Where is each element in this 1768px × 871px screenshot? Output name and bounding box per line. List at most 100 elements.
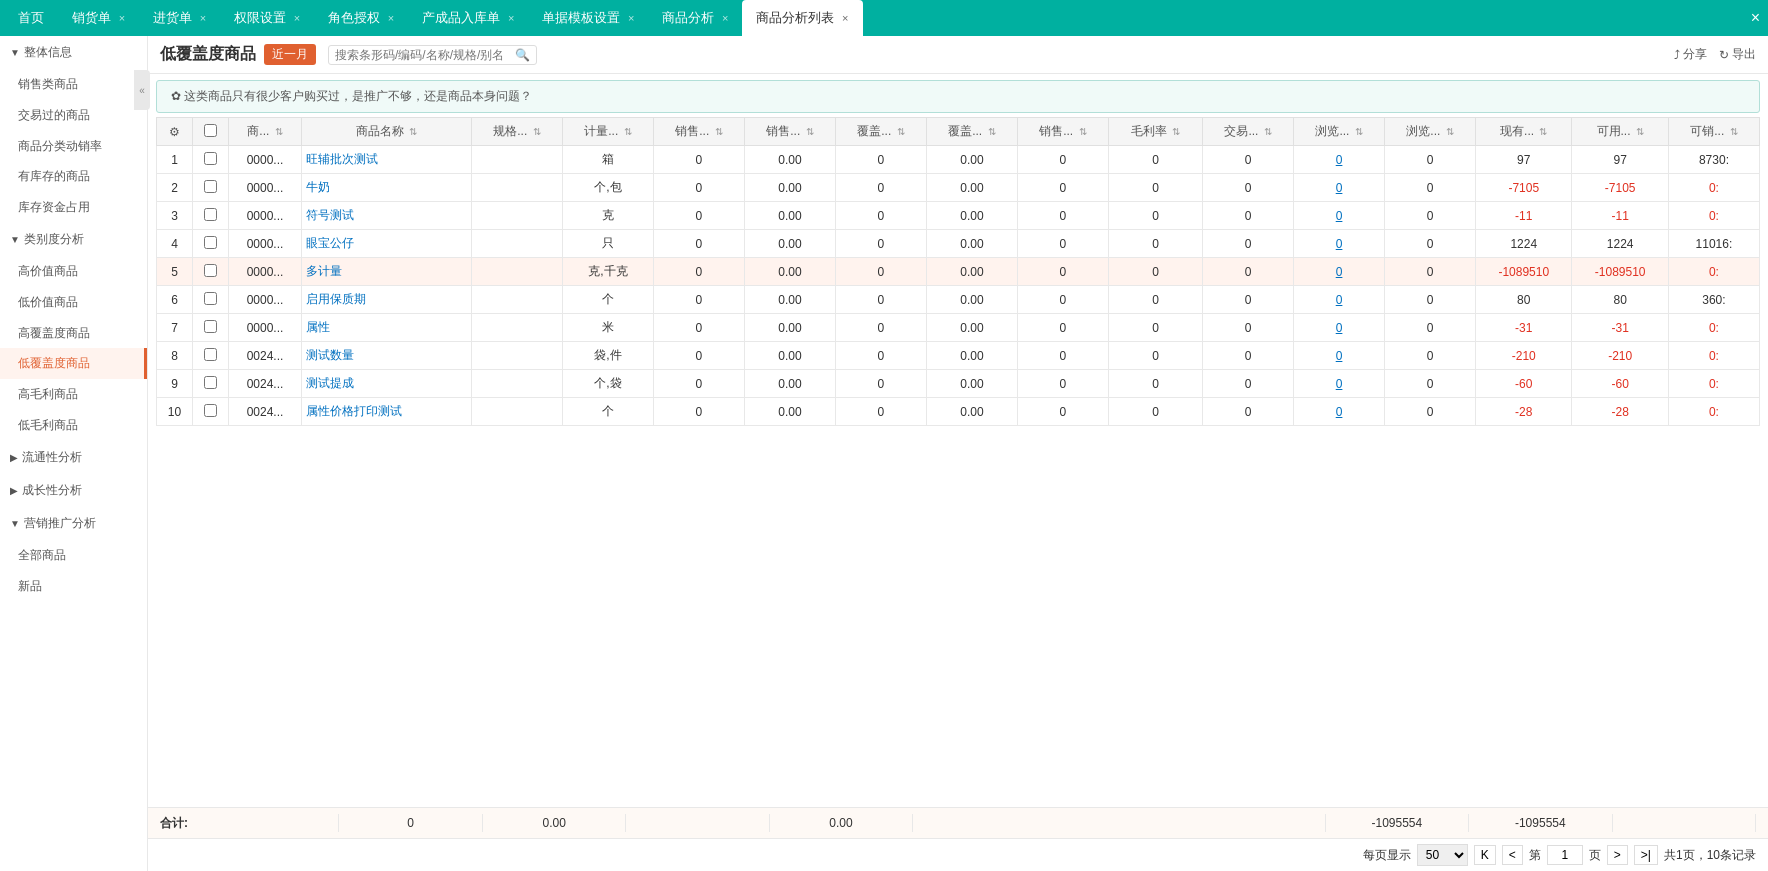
sidebar-group-marketing[interactable]: ▼ 营销推广分析: [0, 507, 147, 540]
col-sales-qty[interactable]: 销售... ⇅: [653, 118, 744, 146]
row-name[interactable]: 符号测试: [302, 202, 472, 230]
row-name[interactable]: 多计量: [302, 258, 472, 286]
col-sales-amt[interactable]: 销售... ⇅: [744, 118, 835, 146]
row-select-checkbox[interactable]: [204, 180, 217, 193]
gear-icon[interactable]: ⚙: [169, 125, 180, 139]
row-name[interactable]: 属性: [302, 314, 472, 342]
row-select-checkbox[interactable]: [204, 236, 217, 249]
row-checkbox[interactable]: [193, 174, 229, 202]
sidebar-item-traded-goods[interactable]: 交易过的商品: [0, 100, 147, 131]
row-checkbox[interactable]: [193, 314, 229, 342]
col-settings[interactable]: ⚙: [157, 118, 193, 146]
row-browse1[interactable]: 0: [1294, 342, 1385, 370]
close-icon[interactable]: ×: [200, 12, 206, 24]
col-unit[interactable]: 计量... ⇅: [562, 118, 653, 146]
row-browse1[interactable]: 0: [1294, 314, 1385, 342]
tab-template[interactable]: 单据模板设置 ×: [528, 0, 648, 36]
col-code[interactable]: 商... ⇅: [228, 118, 302, 146]
row-browse1[interactable]: 0: [1294, 146, 1385, 174]
row-checkbox[interactable]: [193, 370, 229, 398]
row-checkbox[interactable]: [193, 398, 229, 426]
col-current-stock[interactable]: 现有... ⇅: [1476, 118, 1572, 146]
row-checkbox[interactable]: [193, 342, 229, 370]
col-browse1[interactable]: 浏览... ⇅: [1294, 118, 1385, 146]
sidebar-item-all-goods[interactable]: 全部商品: [0, 540, 147, 571]
date-filter-button[interactable]: 近一月: [264, 44, 316, 65]
row-select-checkbox[interactable]: [204, 292, 217, 305]
col-available[interactable]: 可用... ⇅: [1572, 118, 1668, 146]
row-checkbox[interactable]: [193, 146, 229, 174]
row-select-checkbox[interactable]: [204, 208, 217, 221]
close-icon[interactable]: ×: [722, 12, 728, 24]
sidebar-group-category[interactable]: ▼ 类别度分析: [0, 223, 147, 256]
search-input[interactable]: [335, 48, 515, 62]
sidebar-item-low-gross[interactable]: 低毛利商品: [0, 410, 147, 441]
sidebar-group-overall[interactable]: ▼ 整体信息: [0, 36, 147, 69]
row-name[interactable]: 属性价格打印测试: [302, 398, 472, 426]
tab-permission[interactable]: 权限设置 ×: [220, 0, 314, 36]
sidebar-item-new-goods[interactable]: 新品: [0, 571, 147, 602]
col-spec[interactable]: 规格... ⇅: [471, 118, 562, 146]
share-button[interactable]: ⤴ 分享: [1674, 46, 1707, 63]
row-select-checkbox[interactable]: [204, 152, 217, 165]
row-browse1[interactable]: 0: [1294, 230, 1385, 258]
tab-purchase[interactable]: 进货单 ×: [139, 0, 220, 36]
row-browse1[interactable]: 0: [1294, 398, 1385, 426]
last-page-button[interactable]: >|: [1634, 845, 1658, 865]
tab-role[interactable]: 角色授权 ×: [314, 0, 408, 36]
col-sellable[interactable]: 可销... ⇅: [1668, 118, 1759, 146]
current-page-input[interactable]: [1547, 845, 1583, 865]
sidebar-item-high-coverage[interactable]: 高覆盖度商品: [0, 318, 147, 349]
close-icon[interactable]: ×: [842, 12, 848, 24]
sidebar-item-stock-capital[interactable]: 库存资金占用: [0, 192, 147, 223]
close-icon[interactable]: ×: [628, 12, 634, 24]
close-icon[interactable]: ×: [119, 12, 125, 24]
search-icon[interactable]: 🔍: [515, 48, 530, 62]
col-browse2[interactable]: 浏览... ⇅: [1385, 118, 1476, 146]
sidebar-item-has-stock[interactable]: 有库存的商品: [0, 161, 147, 192]
row-name[interactable]: 启用保质期: [302, 286, 472, 314]
row-checkbox[interactable]: [193, 286, 229, 314]
sidebar-collapse-button[interactable]: «: [134, 70, 150, 110]
row-select-checkbox[interactable]: [204, 264, 217, 277]
prev-page-button[interactable]: <: [1502, 845, 1523, 865]
row-checkbox[interactable]: [193, 202, 229, 230]
col-gross-rate[interactable]: 毛利率 ⇅: [1108, 118, 1202, 146]
sidebar-item-category-rate[interactable]: 商品分类动销率: [0, 131, 147, 162]
row-browse1[interactable]: 0: [1294, 258, 1385, 286]
sidebar-item-high-gross[interactable]: 高毛利商品: [0, 379, 147, 410]
tab-product-warehouse[interactable]: 产成品入库单 ×: [408, 0, 528, 36]
row-name[interactable]: 测试数量: [302, 342, 472, 370]
tab-sales-order[interactable]: 销货单 ×: [58, 0, 139, 36]
window-close-icon[interactable]: ×: [1751, 9, 1760, 27]
col-coverage2[interactable]: 覆盖... ⇅: [926, 118, 1017, 146]
row-checkbox[interactable]: [193, 230, 229, 258]
col-name[interactable]: 商品名称 ⇅: [302, 118, 472, 146]
row-checkbox[interactable]: [193, 258, 229, 286]
row-browse1[interactable]: 0: [1294, 202, 1385, 230]
select-all-checkbox[interactable]: [204, 124, 217, 137]
col-coverage1[interactable]: 覆盖... ⇅: [835, 118, 926, 146]
sidebar-group-liquidity[interactable]: ▶ 流通性分析: [0, 441, 147, 474]
close-icon[interactable]: ×: [388, 12, 394, 24]
row-browse1[interactable]: 0: [1294, 174, 1385, 202]
export-button[interactable]: ↻ 导出: [1719, 46, 1756, 63]
sidebar-group-growth[interactable]: ▶ 成长性分析: [0, 474, 147, 507]
sidebar-item-high-value[interactable]: 高价值商品: [0, 256, 147, 287]
row-name[interactable]: 眼宝公仔: [302, 230, 472, 258]
col-transaction[interactable]: 交易... ⇅: [1203, 118, 1294, 146]
sidebar-item-low-value[interactable]: 低价值商品: [0, 287, 147, 318]
row-select-checkbox[interactable]: [204, 320, 217, 333]
row-name[interactable]: 测试提成: [302, 370, 472, 398]
row-name[interactable]: 牛奶: [302, 174, 472, 202]
page-size-select[interactable]: 50 100 200: [1417, 844, 1468, 866]
tab-home[interactable]: 首页: [4, 0, 58, 36]
close-icon[interactable]: ×: [294, 12, 300, 24]
close-icon[interactable]: ×: [508, 12, 514, 24]
row-name[interactable]: 旺辅批次测试: [302, 146, 472, 174]
row-browse1[interactable]: 0: [1294, 286, 1385, 314]
tab-product-analysis[interactable]: 商品分析 ×: [648, 0, 742, 36]
row-select-checkbox[interactable]: [204, 348, 217, 361]
tab-product-analysis-list[interactable]: 商品分析列表 ×: [742, 0, 862, 36]
sidebar-item-sales-goods[interactable]: 销售类商品: [0, 69, 147, 100]
